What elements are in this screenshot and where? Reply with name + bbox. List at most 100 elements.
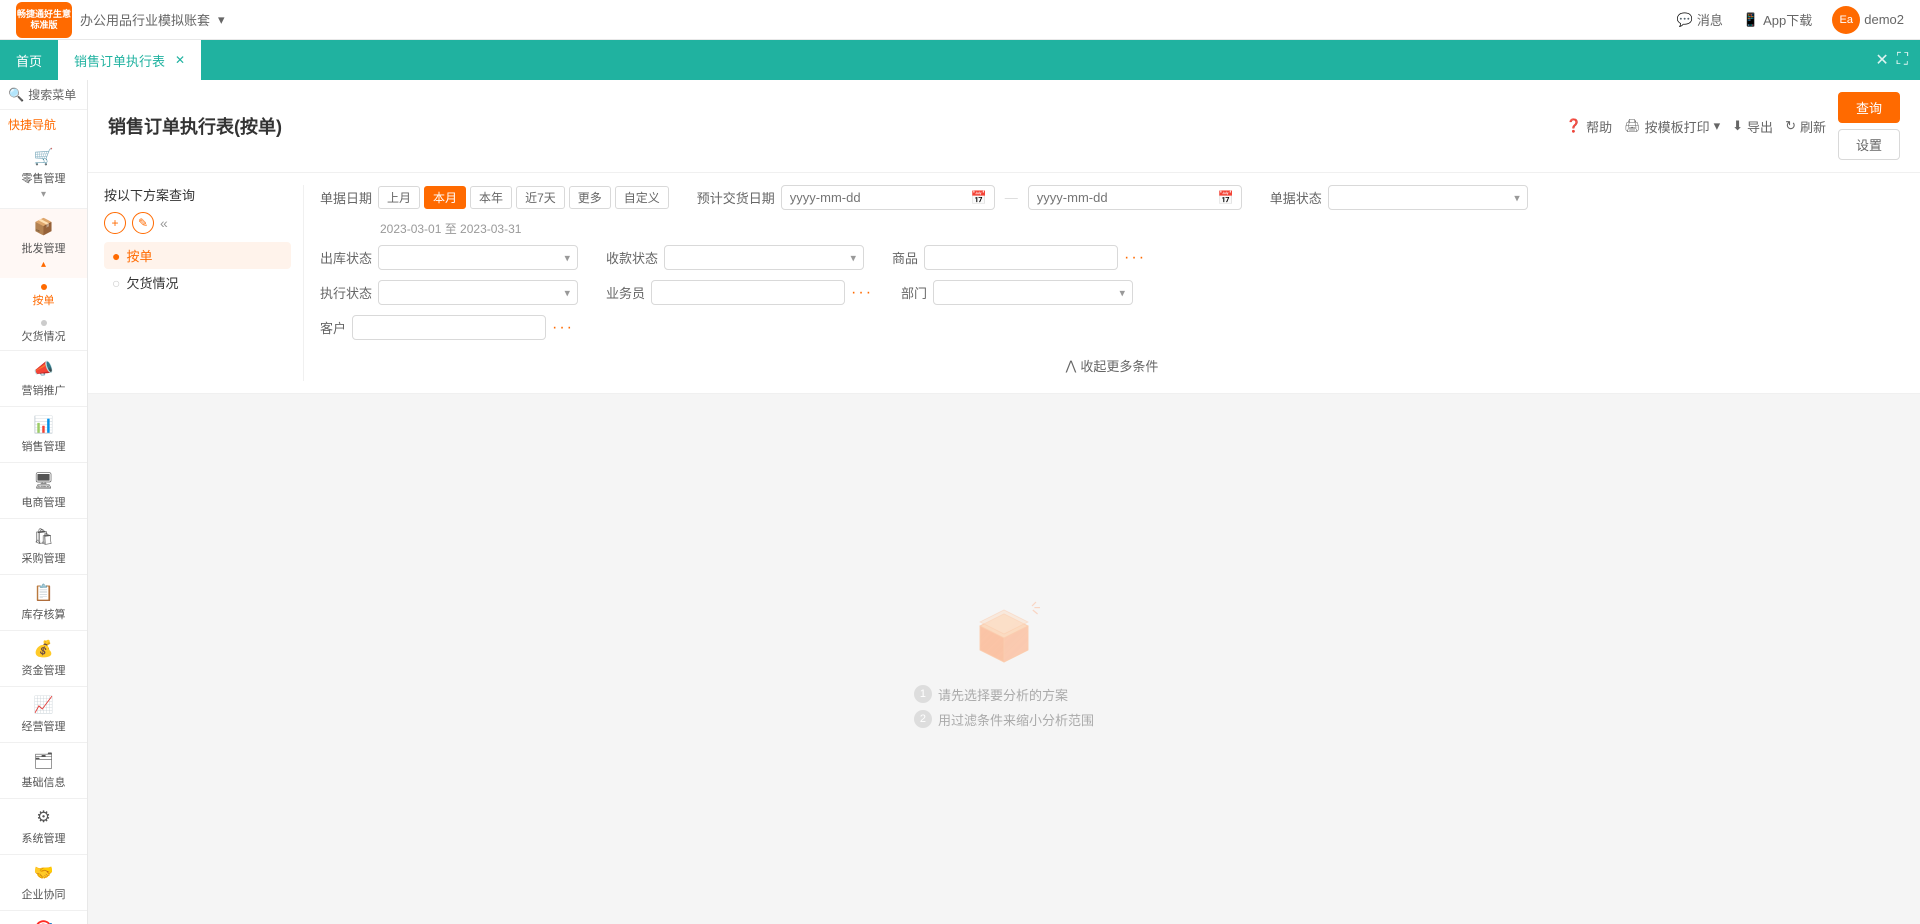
filter-left-actions: + ✎ « bbox=[104, 212, 291, 234]
collapse-more-section: ⋀ 收起更多条件 bbox=[320, 350, 1904, 381]
add-scheme-btn[interactable]: + bbox=[104, 212, 126, 234]
date-custom-btn[interactable]: 自定义 bbox=[615, 186, 669, 209]
tab-close-icon[interactable]: ✕ bbox=[175, 53, 185, 67]
tab-maximize-icon[interactable]: ⛶ bbox=[1897, 51, 1908, 69]
inventory-icon: 📋 bbox=[34, 583, 54, 603]
date-this-year-btn[interactable]: 本年 bbox=[470, 186, 512, 209]
basic-icon: 🗂 bbox=[33, 751, 53, 771]
sidebar-operation-label: 经营管理 bbox=[22, 718, 66, 734]
wholesale-icon: 📦 bbox=[34, 217, 54, 237]
edit-scheme-btn[interactable]: ✎ bbox=[132, 212, 154, 234]
salesperson-dots-btn[interactable]: ··· bbox=[851, 284, 873, 302]
sidebar-subitem-order[interactable]: 按单 bbox=[0, 278, 87, 314]
order-item-label: 按单 bbox=[126, 246, 152, 265]
debt-item-label: 欠货情况 bbox=[126, 273, 178, 292]
sidebar-item-inventory[interactable]: 📋 库存核算 bbox=[0, 575, 87, 630]
message-icon: 💬 bbox=[1677, 12, 1693, 28]
sidebar-system-label: 系统管理 bbox=[22, 830, 66, 846]
sidebar-sales-label: 销售管理 bbox=[22, 438, 66, 454]
sidebar-search[interactable]: 🔍 搜索菜单 bbox=[0, 80, 87, 110]
empty-tip-2: 2 用过滤条件来缩小分析范围 bbox=[914, 710, 1094, 729]
execution-status-select[interactable] bbox=[378, 280, 578, 305]
topbar-dropdown-icon[interactable]: ▾ bbox=[218, 12, 225, 28]
delivery-end-input[interactable] bbox=[1028, 185, 1242, 210]
product-dots-btn[interactable]: ··· bbox=[1124, 249, 1146, 267]
sidebar-item-operation[interactable]: 📈 经营管理 bbox=[0, 687, 87, 742]
topbar: 畅捷通好生意 标准版 办公用品行业模拟账套 ▾ 💬 消息 📱 App下载 Ea … bbox=[0, 0, 1920, 40]
customer-input[interactable] bbox=[352, 315, 546, 340]
sidebar-item-finance[interactable]: 💰 资金管理 bbox=[0, 631, 87, 686]
execution-status-field: 执行状态 ▾ bbox=[320, 280, 578, 305]
sidebar-item-wholesale[interactable]: 📦 批发管理 ▴ bbox=[0, 209, 87, 278]
refresh-icon: ↻ bbox=[1785, 118, 1796, 134]
salesperson-field: 业务员 ··· bbox=[606, 280, 873, 305]
doc-status-select[interactable] bbox=[1328, 185, 1528, 210]
customer-dots-btn[interactable]: ··· bbox=[552, 319, 574, 337]
sidebar-item-marketing[interactable]: 📣 营销推广 bbox=[0, 351, 87, 406]
sidebar-item-purchase[interactable]: 🛍 采购管理 bbox=[0, 519, 87, 574]
sidebar-inventory-label: 库存核算 bbox=[22, 606, 66, 622]
collection-status-select[interactable] bbox=[664, 245, 864, 270]
logo-text: 畅捷通好生意 标准版 bbox=[17, 9, 71, 31]
system-icon: ⚙ bbox=[36, 807, 50, 827]
delivery-start-input[interactable] bbox=[781, 185, 995, 210]
scheme-debt-item[interactable]: ○ 欠货情况 bbox=[104, 269, 291, 296]
doc-status-field: 单据状态 ▾ bbox=[1270, 185, 1528, 210]
settings-button[interactable]: 设置 bbox=[1838, 129, 1900, 160]
product-input[interactable] bbox=[924, 245, 1118, 270]
customer-label: 客户 bbox=[320, 318, 346, 337]
retail-icon: 🛒 bbox=[34, 147, 54, 167]
sidebar-item-basic[interactable]: 🗂 基础信息 bbox=[0, 743, 87, 798]
refresh-btn[interactable]: ↻ 刷新 bbox=[1785, 117, 1826, 136]
collapse-more-btn[interactable]: ⋀ 收起更多条件 bbox=[1066, 356, 1159, 375]
app-download-btn[interactable]: 📱 App下载 bbox=[1743, 10, 1812, 29]
empty-illustration bbox=[964, 590, 1044, 673]
date-quick-buttons: 上月 本月 本年 近7天 更多 自定义 bbox=[378, 186, 669, 209]
date-last-month-btn[interactable]: 上月 bbox=[378, 186, 420, 209]
sidebar-item-enterprise[interactable]: 🤝 企业协同 bbox=[0, 855, 87, 910]
purchase-icon: 🛍 bbox=[33, 527, 53, 547]
sidebar-item-system[interactable]: ⚙ 系统管理 bbox=[0, 799, 87, 854]
sidebar-enterprise-label: 企业协同 bbox=[22, 886, 66, 902]
filter-left-title: 按以下方案查询 bbox=[104, 185, 291, 204]
tab-close-window-icon[interactable]: ✕ bbox=[1875, 50, 1888, 70]
tab-home[interactable]: 首页 bbox=[0, 40, 58, 80]
export-label: 导出 bbox=[1747, 117, 1773, 136]
date-7days-btn[interactable]: 近7天 bbox=[516, 186, 565, 209]
sidebar-sales-section: 📊 销售管理 bbox=[0, 407, 87, 463]
sidebar-item-sales[interactable]: 📊 销售管理 bbox=[0, 407, 87, 462]
sidebar-quick-nav[interactable]: 快捷导航 bbox=[0, 110, 87, 139]
department-field: 部门 ▾ bbox=[901, 280, 1133, 305]
message-btn[interactable]: 💬 消息 bbox=[1677, 10, 1723, 29]
template-print-btn[interactable]: 🖨 按模板打印 ▾ bbox=[1624, 117, 1720, 136]
outbound-status-select[interactable] bbox=[378, 245, 578, 270]
export-btn[interactable]: ⬇ 导出 bbox=[1732, 117, 1773, 136]
tab-sales-order-label: 销售订单执行表 bbox=[74, 51, 165, 70]
help-icon: ❓ bbox=[1566, 118, 1582, 134]
query-button[interactable]: 查询 bbox=[1838, 92, 1900, 123]
collapse-btn[interactable]: « bbox=[160, 215, 168, 231]
filter-row-4: 客户 ··· bbox=[320, 315, 1904, 340]
tab-sales-order-execution[interactable]: 销售订单执行表 ✕ bbox=[58, 40, 201, 80]
collection-select-wrap: ▾ bbox=[664, 245, 864, 270]
sidebar-item-retail[interactable]: 🛒 零售管理 ▾ bbox=[0, 139, 87, 208]
sidebar-item-ecommerce[interactable]: 🖥 电商管理 bbox=[0, 463, 87, 518]
user-menu[interactable]: Ea demo2 bbox=[1832, 6, 1904, 34]
salesperson-input[interactable] bbox=[651, 280, 845, 305]
add-icon: + bbox=[111, 216, 118, 230]
sidebar-finance-label: 资金管理 bbox=[22, 662, 66, 678]
date-this-month-btn[interactable]: 本月 bbox=[424, 186, 466, 209]
outbound-select-wrap: ▾ bbox=[378, 245, 578, 270]
department-select[interactable] bbox=[933, 280, 1133, 305]
help-btn[interactable]: ❓ 帮助 bbox=[1566, 117, 1612, 136]
sidebar-system-section: ⚙ 系统管理 bbox=[0, 799, 87, 855]
sidebar-subitem-debt[interactable]: 欠货情况 bbox=[0, 314, 87, 350]
scheme-order-item[interactable]: ● 按单 bbox=[104, 242, 291, 269]
date-more-btn[interactable]: 更多 bbox=[569, 186, 611, 209]
quick-nav-label: 快捷导航 bbox=[8, 116, 56, 133]
sidebar-ecommerce-label: 电商管理 bbox=[22, 494, 66, 510]
sidebar-item-newbie[interactable]: 🎯 新手引导 bbox=[0, 911, 87, 924]
date-range-text: 2023-03-01 至 2023-03-31 bbox=[380, 222, 521, 236]
tabbar: 首页 销售订单执行表 ✕ ✕ ⛶ bbox=[0, 40, 1920, 80]
topbar-right: 💬 消息 📱 App下载 Ea demo2 bbox=[1677, 6, 1904, 34]
